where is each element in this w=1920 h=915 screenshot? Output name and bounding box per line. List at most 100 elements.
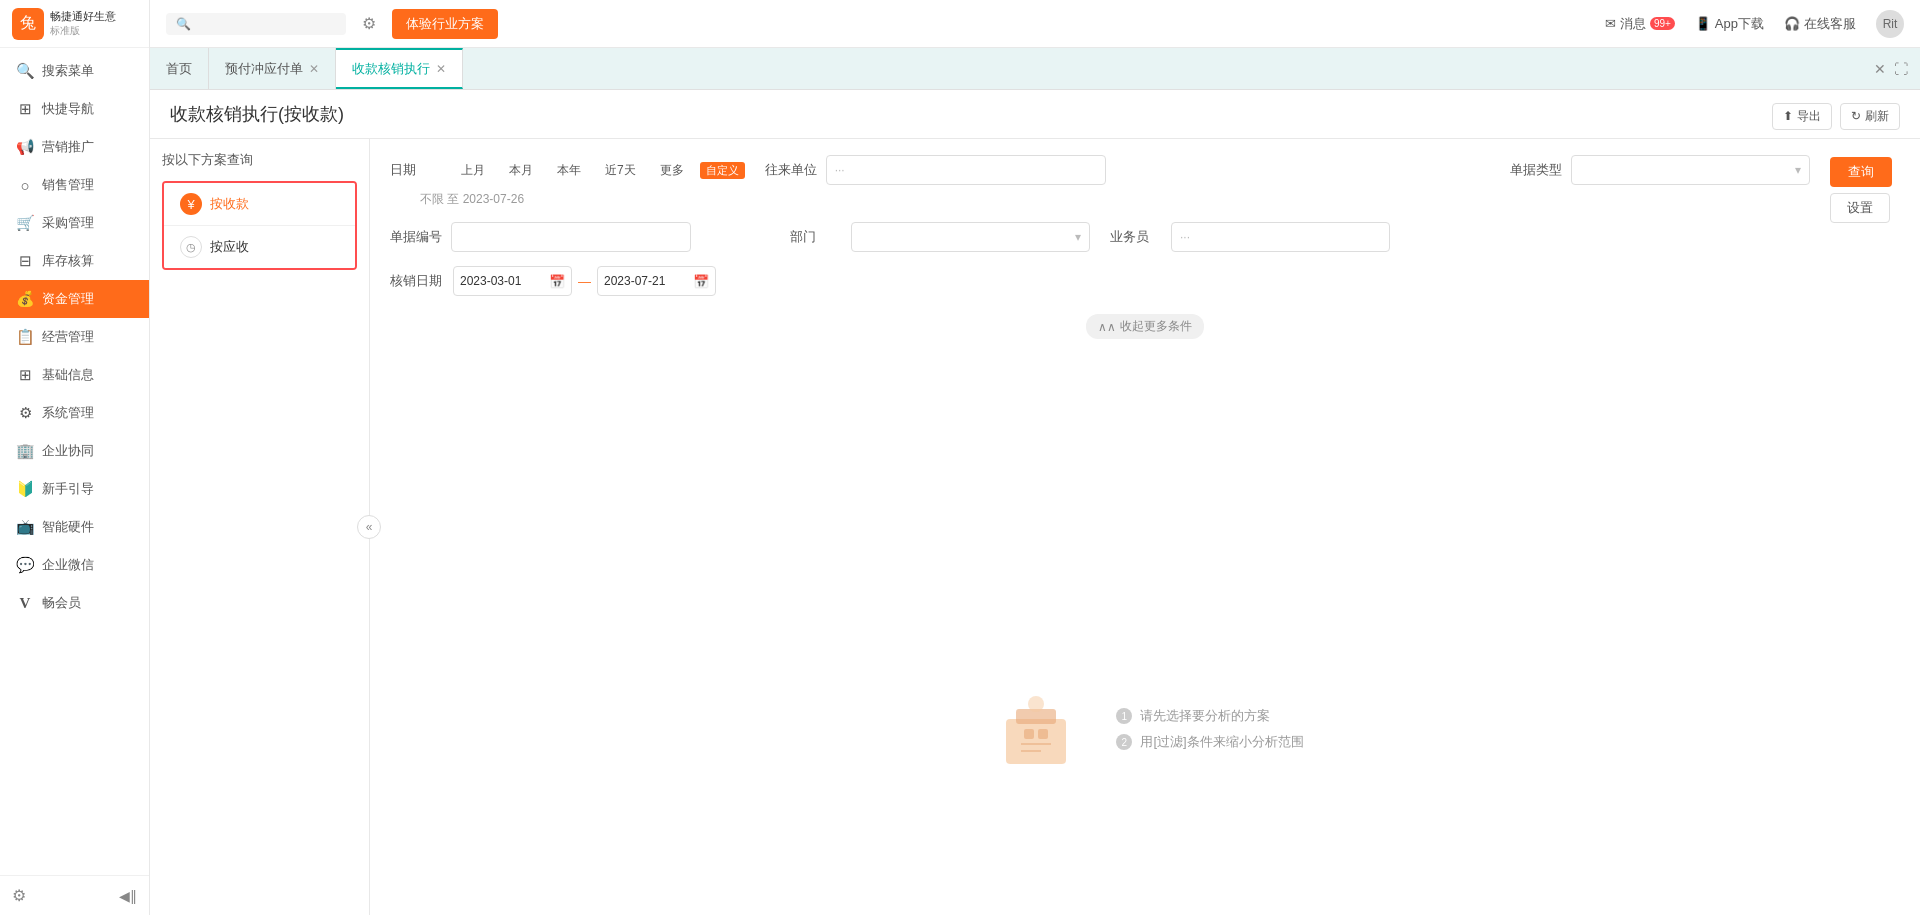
- collapse-more-button[interactable]: ∧∧ 收起更多条件: [1086, 314, 1204, 339]
- tab-receipt-writeoff[interactable]: 收款核销执行 ✕: [336, 48, 463, 89]
- funds-icon: 💰: [16, 290, 34, 308]
- writeoff-date-start-wrap[interactable]: 📅: [453, 266, 572, 296]
- calendar-end-icon[interactable]: 📅: [693, 274, 709, 289]
- sidebar-label-marketing: 营销推广: [42, 138, 94, 156]
- chevron-up-icon: ∧∧: [1098, 320, 1116, 334]
- query-button[interactable]: 查询: [1830, 157, 1892, 187]
- doctype-select[interactable]: ▾: [1571, 155, 1810, 185]
- sidebar-nav: 🔍 搜索菜单 ⊞ 快捷导航 📢 营销推广 ○ 销售管理 🛒 采购管理 ⊟ 库存核…: [0, 48, 149, 875]
- receipt-writeoff-tab-label: 收款核销执行: [352, 60, 430, 78]
- message-icon: ✉: [1605, 16, 1616, 31]
- main-area: 🔍 ⚙ 体验行业方案 ✉ 消息 99+ 📱 App下载 🎧 在线客服 Rit: [150, 0, 1920, 915]
- system-icon: ⚙: [16, 404, 34, 422]
- user-menu[interactable]: Rit: [1876, 10, 1904, 38]
- refresh-label: 刷新: [1865, 108, 1889, 125]
- date-btn-more[interactable]: 更多: [652, 160, 692, 181]
- message-button[interactable]: ✉ 消息 99+: [1605, 15, 1675, 33]
- sidebar-item-quick-nav[interactable]: ⊞ 快捷导航: [0, 90, 149, 128]
- custom-date-tag[interactable]: 自定义: [700, 162, 745, 179]
- search-panel: 按以下方案查询 ¥ 按收款 ◷ 按应收 «: [150, 139, 1920, 915]
- sidebar-item-system[interactable]: ⚙ 系统管理: [0, 394, 149, 432]
- writeoff-date-start-input[interactable]: [460, 274, 545, 288]
- sidebar-label-system: 系统管理: [42, 404, 94, 422]
- docnum-field: 单据编号: [390, 222, 770, 252]
- topbar: 🔍 ⚙ 体验行业方案 ✉ 消息 99+ 📱 App下载 🎧 在线客服 Rit: [150, 0, 1920, 48]
- sidebar-label-basic-info: 基础信息: [42, 366, 94, 384]
- maximize-tab-icon[interactable]: ⛶: [1894, 61, 1908, 77]
- collapse-sidebar-icon[interactable]: ◀‖: [119, 888, 137, 904]
- export-button[interactable]: ⬆ 导出: [1772, 103, 1832, 130]
- topbar-gear-icon[interactable]: ⚙: [362, 14, 376, 33]
- date-btn-this-month[interactable]: 本月: [501, 160, 541, 181]
- app-logo: 兔 畅捷通好生意 标准版: [0, 0, 149, 48]
- guide-icon: 🔰: [16, 480, 34, 498]
- sidebar-item-basic-info[interactable]: ⊞ 基础信息: [0, 356, 149, 394]
- tab-home[interactable]: 首页: [150, 48, 209, 89]
- sidebar-item-guide[interactable]: 🔰 新手引导: [0, 470, 149, 508]
- close-tab-icon[interactable]: ✕: [1874, 61, 1886, 77]
- marketing-icon: 📢: [16, 138, 34, 156]
- filter-collapse-button[interactable]: «: [357, 515, 381, 539]
- writeoff-date-end-wrap[interactable]: 📅: [597, 266, 716, 296]
- docnum-input[interactable]: [451, 222, 691, 252]
- sidebar-item-marketing[interactable]: 📢 营销推广: [0, 128, 149, 166]
- page-toolbar: ⬆ 导出 ↻ 刷新: [1772, 103, 1900, 138]
- sidebar-item-hardware[interactable]: 📺 智能硬件: [0, 508, 149, 546]
- settings-icon[interactable]: ⚙: [12, 886, 26, 905]
- page-content: 收款核销执行(按收款) ⬆ 导出 ↻ 刷新 按以下方案查询: [150, 90, 1920, 915]
- salesperson-field: 业务员 ···: [1110, 222, 1390, 252]
- counterpart-placeholder: ···: [835, 163, 845, 177]
- filter-by-receipt[interactable]: ¥ 按收款: [164, 183, 355, 225]
- sidebar-item-search-menu[interactable]: 🔍 搜索菜单: [0, 52, 149, 90]
- dept-select[interactable]: ▾: [851, 222, 1090, 252]
- inventory-icon: ⊟: [16, 252, 34, 270]
- dept-label: 部门: [790, 228, 845, 246]
- topbar-search[interactable]: 🔍: [166, 13, 346, 35]
- sidebar-item-operations[interactable]: 📋 经营管理: [0, 318, 149, 356]
- form-row-2: 单据编号 部门 ▾: [390, 222, 1810, 252]
- sidebar-item-inventory[interactable]: ⊟ 库存核算: [0, 242, 149, 280]
- date-btn-last-month[interactable]: 上月: [453, 160, 493, 181]
- doctype-field-row: 单据类型 ▾: [1510, 155, 1810, 185]
- sidebar-item-member[interactable]: V 畅会员: [0, 584, 149, 622]
- sidebar-item-enterprise[interactable]: 🏢 企业协同: [0, 432, 149, 470]
- receipt-writeoff-tab-close[interactable]: ✕: [436, 62, 446, 76]
- sidebar-label-inventory: 库存核算: [42, 252, 94, 270]
- sidebar-item-purchase[interactable]: 🛒 采购管理: [0, 204, 149, 242]
- calendar-start-icon[interactable]: 📅: [549, 274, 565, 289]
- sidebar-label-member: 畅会员: [42, 594, 81, 612]
- date-btn-this-year[interactable]: 本年: [549, 160, 589, 181]
- date-btn-last-7-days[interactable]: 近7天: [597, 160, 644, 181]
- counterpart-field-row: 往来单位 ···: [765, 155, 1490, 185]
- receivable-filter-icon: ◷: [180, 236, 202, 258]
- online-service-button[interactable]: 🎧 在线客服: [1784, 15, 1856, 33]
- industry-solution-button[interactable]: 体验行业方案: [392, 9, 498, 39]
- app-download-button[interactable]: 📱 App下载: [1695, 15, 1764, 33]
- form-row-1: 日期 上月 本月 本年 近7天 更多 自定义: [390, 155, 1900, 310]
- date-range-separator: —: [578, 274, 591, 289]
- tabbar-actions: ✕ ⛶: [1862, 48, 1920, 89]
- sidebar-item-sales[interactable]: ○ 销售管理: [0, 166, 149, 204]
- date-sub-row: 不限 至 2023-07-26: [390, 191, 1810, 208]
- query-form: 日期 上月 本月 本年 近7天 更多 自定义: [370, 139, 1920, 543]
- svg-rect-4: [1038, 729, 1048, 739]
- sidebar-item-funds[interactable]: 💰 资金管理: [0, 280, 149, 318]
- sidebar-label-sales: 销售管理: [42, 176, 94, 194]
- salesperson-select[interactable]: ···: [1171, 222, 1390, 252]
- collapse-more-label: 收起更多条件: [1120, 318, 1192, 335]
- sidebar-label-enterprise: 企业协同: [42, 442, 94, 460]
- refresh-button[interactable]: ↻ 刷新: [1840, 103, 1900, 130]
- sidebar-item-wechat[interactable]: 💬 企业微信: [0, 546, 149, 584]
- prepay-tab-close[interactable]: ✕: [309, 62, 319, 76]
- counterpart-select[interactable]: ···: [826, 155, 1106, 185]
- filter-by-receivable[interactable]: ◷ 按应收: [164, 225, 355, 268]
- writeoff-date-end-input[interactable]: [604, 274, 689, 288]
- sidebar-label-quick-nav: 快捷导航: [42, 100, 94, 118]
- tab-prepay[interactable]: 预付冲应付单 ✕: [209, 48, 336, 89]
- setting-button[interactable]: 设置: [1830, 193, 1890, 223]
- empty-tip-1: 1 请先选择要分析的方案: [1116, 707, 1303, 725]
- sidebar-bottom: ⚙ ◀‖: [0, 875, 149, 915]
- filter-sidebar: 按以下方案查询 ¥ 按收款 ◷ 按应收 «: [150, 139, 370, 915]
- filter-by-receivable-label: 按应收: [210, 238, 249, 256]
- filter-by-receipt-label: 按收款: [210, 195, 249, 213]
